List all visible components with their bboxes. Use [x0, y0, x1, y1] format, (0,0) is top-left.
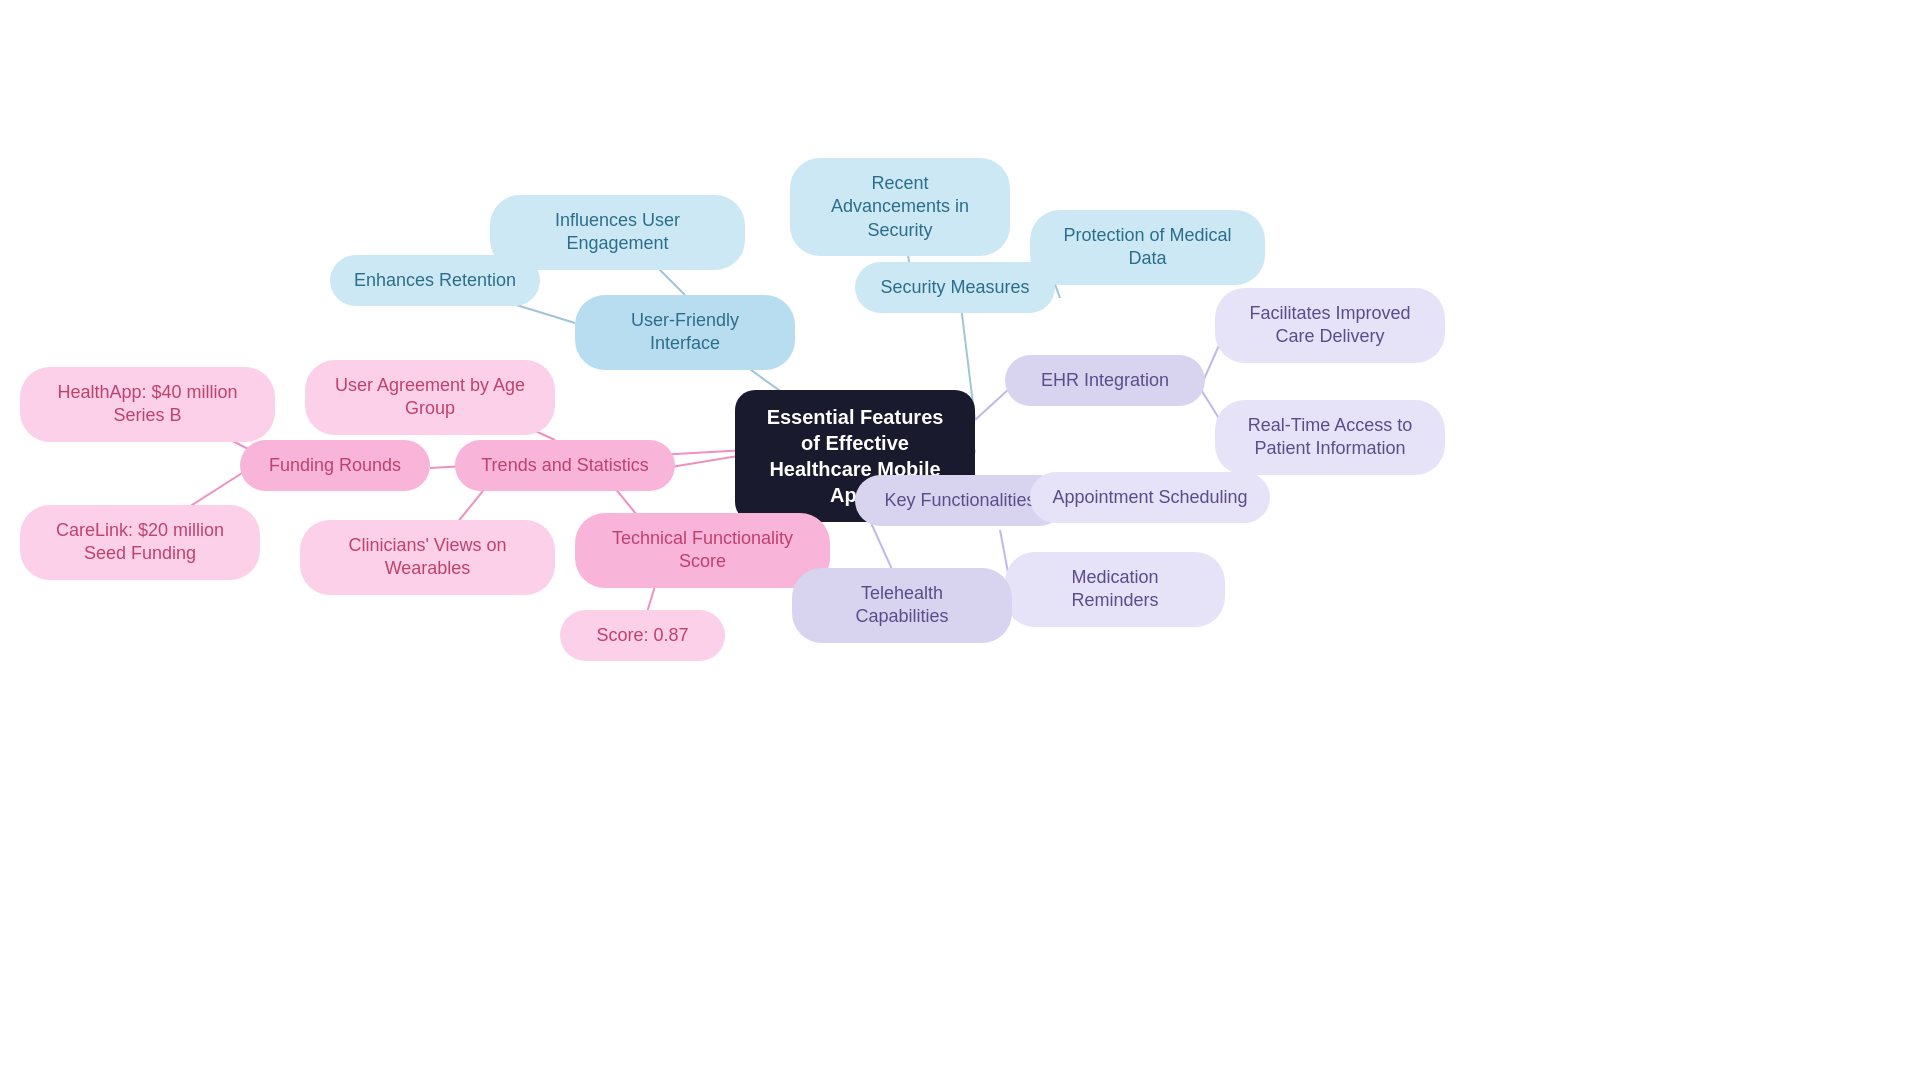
enhances-retention-node[interactable]: Enhances Retention — [330, 255, 540, 306]
user-agreement-age-group-node[interactable]: User Agreement by Age Group — [305, 360, 555, 435]
protection-medical-data-node[interactable]: Protection of Medical Data — [1030, 210, 1265, 285]
appointment-scheduling-node[interactable]: Appointment Scheduling — [1030, 472, 1270, 523]
telehealth-capabilities-node[interactable]: Telehealth Capabilities — [792, 568, 1012, 643]
medication-reminders-node[interactable]: Medication Reminders — [1005, 552, 1225, 627]
healthapp-node[interactable]: HealthApp: $40 million Series B — [20, 367, 275, 442]
technical-functionality-score-node[interactable]: Technical Functionality Score — [575, 513, 830, 588]
score-node[interactable]: Score: 0.87 — [560, 610, 725, 661]
recent-advancements-security-node[interactable]: Recent Advancements in Security — [790, 158, 1010, 256]
carelink-node[interactable]: CareLink: $20 million Seed Funding — [20, 505, 260, 580]
trends-statistics-node[interactable]: Trends and Statistics — [455, 440, 675, 491]
clinicians-views-wearables-node[interactable]: Clinicians' Views on Wearables — [300, 520, 555, 595]
funding-rounds-node[interactable]: Funding Rounds — [240, 440, 430, 491]
svg-line-14 — [975, 388, 1010, 420]
real-time-access-patient-node[interactable]: Real-Time Access to Patient Information — [1215, 400, 1445, 475]
user-friendly-interface-node[interactable]: User-Friendly Interface — [575, 295, 795, 370]
ehr-integration-node[interactable]: EHR Integration — [1005, 355, 1205, 406]
security-measures-node[interactable]: Security Measures — [855, 262, 1055, 313]
svg-line-16 — [1200, 388, 1220, 420]
facilitates-improved-care-node[interactable]: Facilitates Improved Care Delivery — [1215, 288, 1445, 363]
